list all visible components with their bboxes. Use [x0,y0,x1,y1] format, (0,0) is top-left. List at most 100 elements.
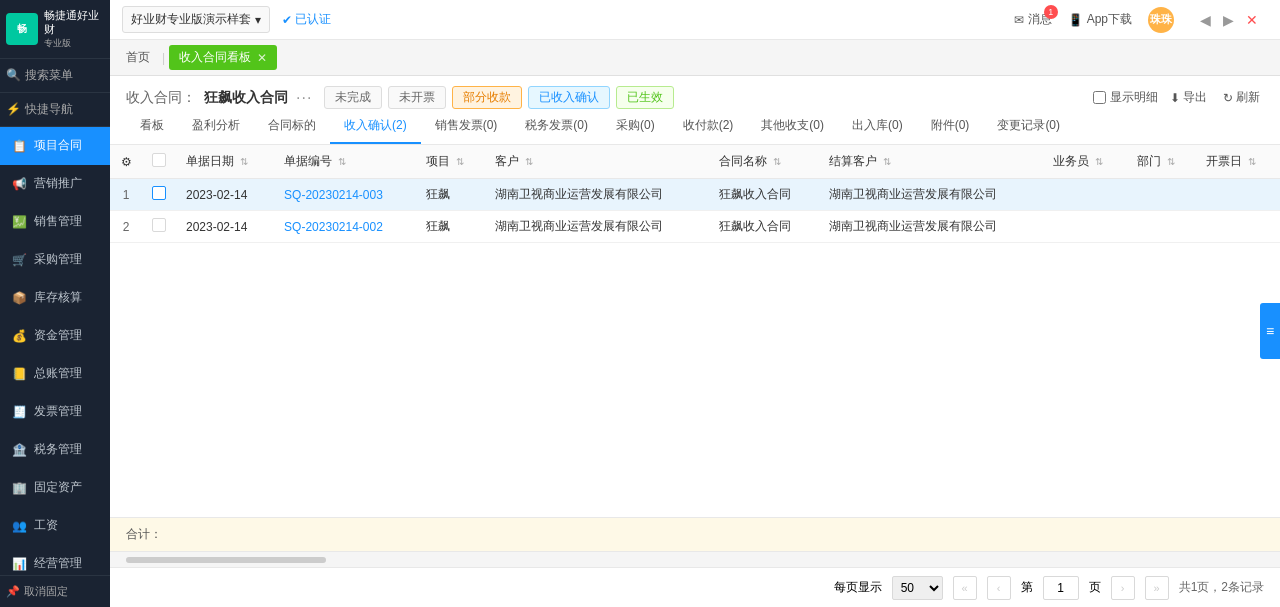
app-sub: 专业版 [44,37,104,50]
more-options-button[interactable]: ··· [296,89,312,107]
row-checkbox-1[interactable] [152,186,166,200]
tab-change-log[interactable]: 变更记录(0) [983,109,1074,144]
tab-income-confirm[interactable]: 收入确认(2) [330,109,421,144]
sidebar-item-assets[interactable]: 🏢 固定资产 [0,469,110,507]
quick-nav[interactable]: ⚡ 快捷导航 [0,93,110,127]
tax-icon: 🏦 [10,441,28,459]
check-all[interactable] [152,153,166,167]
first-page-button[interactable]: « [953,576,977,600]
sort-customer-icon[interactable]: ⇅ [525,156,533,167]
last-page-button[interactable]: » [1145,576,1169,600]
sidebar-item-tax[interactable]: 🏦 税务管理 [0,431,110,469]
sort-contract-icon[interactable]: ⇅ [773,156,781,167]
tab-payment[interactable]: 收付款(2) [669,109,748,144]
tab-attachments[interactable]: 附件(0) [917,109,984,144]
content-area: 收入合同： 狂飙收入合同 ··· 未完成 未开票 部分收款 已收入确认 已生效 … [110,76,1280,607]
status-effective[interactable]: 已生效 [616,86,674,109]
row-customer: 湖南卫视商业运营发展有限公司 [485,179,709,211]
row-order-no[interactable]: SQ-20230214-003 [274,179,416,211]
user-avatar-button[interactable]: 珠珠 [1148,7,1174,33]
sidebar-item-mgmt[interactable]: 📊 经营管理 [0,545,110,575]
tab-profit[interactable]: 盈利分析 [178,109,254,144]
sort-dept-icon[interactable]: ⇅ [1167,156,1175,167]
table-row[interactable]: 1 2023-02-14 SQ-20230214-003 狂飙 湖南卫视商业运营… [110,179,1280,211]
detail-checkbox-input[interactable] [1093,91,1106,104]
nav-forward-button[interactable]: ▶ [1221,10,1236,30]
row-date: 2023-02-14 [176,179,274,211]
sidebar-item-hr[interactable]: 👥 工资 [0,507,110,545]
col-settings[interactable]: ⚙ [110,145,142,179]
show-detail-checkbox[interactable]: 显示明细 [1093,89,1158,106]
tab-tax-invoice[interactable]: 税务发票(0) [511,109,602,144]
status-not-done[interactable]: 未完成 [324,86,382,109]
tab-other-income[interactable]: 其他收支(0) [747,109,838,144]
sort-invoice-date-icon[interactable]: ⇅ [1248,156,1256,167]
nav-back-button[interactable]: ◀ [1198,10,1213,30]
sidebar-item-project[interactable]: 📋 项目合同 [0,127,110,165]
message-icon: ✉ [1014,13,1024,27]
sidebar-bottom-pin[interactable]: 📌 取消固定 [0,575,110,607]
table-row[interactable]: 2 2023-02-14 SQ-20230214-002 狂飙 湖南卫视商业运营… [110,211,1280,243]
search-icon: 🔍 [6,68,21,82]
col-project: 项目 ⇅ [416,145,486,179]
row-check[interactable] [142,211,176,243]
status-confirmed[interactable]: 已收入确认 [528,86,610,109]
sidebar-item-capital[interactable]: 💰 资金管理 [0,317,110,355]
export-button[interactable]: ⬇ 导出 [1166,87,1211,108]
close-window-button[interactable]: ✕ [1244,10,1260,30]
status-not-invoiced[interactable]: 未开票 [388,86,446,109]
sort-order-icon[interactable]: ⇅ [338,156,346,167]
row-dept [1127,211,1197,243]
sort-sales-icon[interactable]: ⇅ [1095,156,1103,167]
prev-page-button[interactable]: ‹ [987,576,1011,600]
tab-purchase[interactable]: 采购(0) [602,109,669,144]
row-date: 2023-02-14 [176,211,274,243]
col-check-all[interactable] [142,145,176,179]
sidebar-item-inventory[interactable]: 📦 库存核算 [0,279,110,317]
sidebar-item-general[interactable]: 📒 总账管理 [0,355,110,393]
row-contract: 狂飙收入合同 [709,179,819,211]
quick-nav-icon: ⚡ [6,102,21,116]
horizontal-scrollbar[interactable] [126,557,326,563]
active-tab[interactable]: 收入合同看板 ✕ [169,45,277,70]
sidebar-item-sales[interactable]: 💹 销售管理 [0,203,110,241]
next-page-button[interactable]: › [1111,576,1135,600]
sidebar-item-invoice[interactable]: 🧾 发票管理 [0,393,110,431]
export-icon: ⬇ [1170,91,1180,105]
message-button[interactable]: ✉ 消息 1 [1014,11,1052,28]
refresh-button[interactable]: ↻ 刷新 [1219,87,1264,108]
sidebar-item-marketing[interactable]: 📢 营销推广 [0,165,110,203]
row-check[interactable] [142,179,176,211]
home-tab[interactable]: 首页 [118,49,158,66]
topbar: 好业财专业版演示样套 ▾ ✔ 已认证 ✉ 消息 1 📱 App下载 珠珠 [110,0,1280,40]
status-partial-payment[interactable]: 部分收款 [452,86,522,109]
sort-settle-icon[interactable]: ⇅ [883,156,891,167]
right-float-button[interactable]: ≡ [1260,303,1280,359]
pagination: 每页显示 50 20 100 200 « ‹ 第 页 › » 共1页，2条记录 [110,567,1280,607]
invoice-icon: 🧾 [10,403,28,421]
row-checkbox-2[interactable] [152,218,166,232]
order-link-1[interactable]: SQ-20230214-003 [284,188,383,202]
sidebar-item-purchase[interactable]: 🛒 采购管理 [0,241,110,279]
row-order-no[interactable]: SQ-20230214-002 [274,211,416,243]
sidebar: 畅 畅捷通好业财 专业版 🔍 搜索菜单 ⚡ 快捷导航 📋 项目合同 📢 营销推广… [0,0,110,607]
per-page-select[interactable]: 50 20 100 200 [892,576,943,600]
refresh-icon: ↻ [1223,91,1233,105]
app-download-button[interactable]: 📱 App下载 [1068,11,1132,28]
company-selector[interactable]: 好业财专业版演示样套 ▾ [122,6,270,33]
row-project: 狂飙 [416,211,486,243]
purchase-icon: 🛒 [10,251,28,269]
tab-kanban[interactable]: 看板 [126,109,178,144]
row-project: 狂飙 [416,179,486,211]
tab-contract-subject[interactable]: 合同标的 [254,109,330,144]
page-title: 收入合同： 狂飙收入合同 ··· [126,89,312,107]
search-menu[interactable]: 🔍 搜索菜单 [0,59,110,93]
project-icon: 📋 [10,137,28,155]
page-input[interactable] [1043,576,1079,600]
tab-close-button[interactable]: ✕ [257,51,267,65]
order-link-2[interactable]: SQ-20230214-002 [284,220,383,234]
sort-date-icon[interactable]: ⇅ [240,156,248,167]
tab-warehouse[interactable]: 出入库(0) [838,109,917,144]
tab-sales-invoice[interactable]: 销售发票(0) [421,109,512,144]
sort-project-icon[interactable]: ⇅ [456,156,464,167]
